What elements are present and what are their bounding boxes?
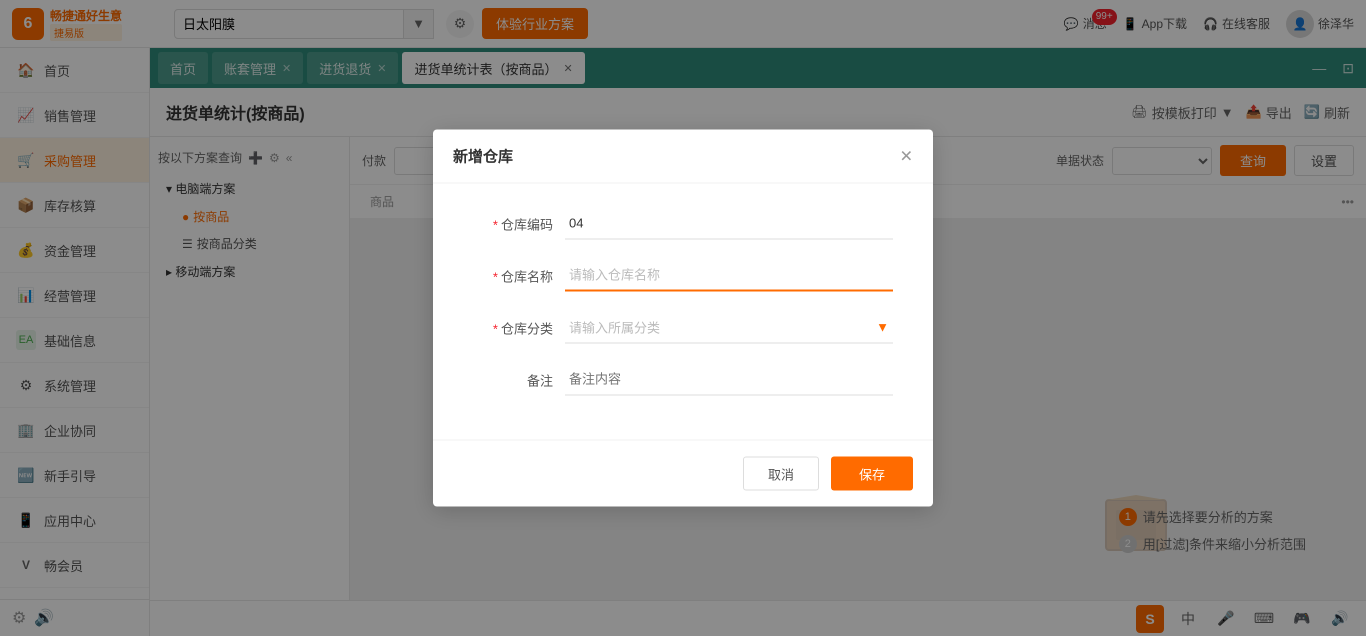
form-row-category: 仓库分类 请输入所属分类 ▼ bbox=[473, 312, 893, 344]
save-button[interactable]: 保存 bbox=[831, 457, 913, 491]
modal-header: 新增仓库 ✕ bbox=[433, 130, 933, 184]
form-row-code: 仓库编码 bbox=[473, 208, 893, 240]
add-warehouse-modal: 新增仓库 ✕ 仓库编码 仓库名称 仓库分类 请输入所属分类 ▼ 备注 取消 保存 bbox=[433, 130, 933, 507]
name-input[interactable] bbox=[565, 260, 893, 292]
name-label: 仓库名称 bbox=[473, 266, 553, 285]
code-label: 仓库编码 bbox=[473, 214, 553, 233]
remark-input[interactable] bbox=[565, 364, 893, 396]
cancel-button[interactable]: 取消 bbox=[743, 457, 819, 491]
modal-footer: 取消 保存 bbox=[433, 440, 933, 507]
form-row-name: 仓库名称 bbox=[473, 260, 893, 292]
category-placeholder: 请输入所属分类 bbox=[569, 318, 660, 337]
modal-body: 仓库编码 仓库名称 仓库分类 请输入所属分类 ▼ 备注 bbox=[433, 184, 933, 440]
modal-close-icon[interactable]: ✕ bbox=[900, 146, 913, 166]
code-input[interactable] bbox=[565, 208, 893, 240]
category-label: 仓库分类 bbox=[473, 318, 553, 337]
modal-title: 新增仓库 bbox=[453, 146, 513, 167]
category-arrow-icon: ▼ bbox=[876, 320, 889, 335]
form-row-remark: 备注 bbox=[473, 364, 893, 396]
category-select[interactable]: 请输入所属分类 ▼ bbox=[565, 312, 893, 344]
remark-label: 备注 bbox=[473, 370, 553, 389]
